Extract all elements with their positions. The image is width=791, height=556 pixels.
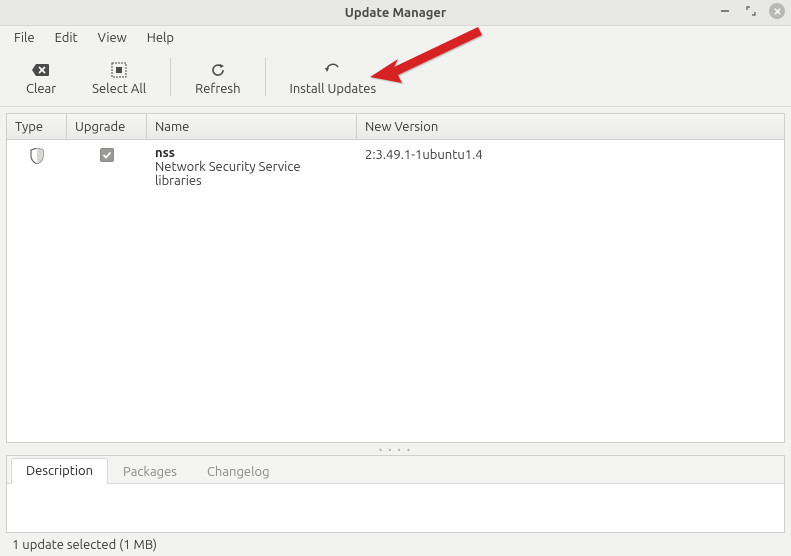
tab-changelog[interactable]: Changelog [192, 459, 285, 484]
menu-edit[interactable]: Edit [47, 29, 86, 47]
package-description: Network Security Service libraries [155, 160, 349, 188]
column-header-upgrade[interactable]: Upgrade [67, 114, 147, 139]
upgrade-checkbox[interactable] [100, 148, 114, 162]
cell-type [7, 146, 67, 164]
statusbar: 1 update selected (1 MB) [0, 534, 791, 556]
column-header-name[interactable]: Name [147, 114, 357, 139]
tab-content [7, 484, 784, 532]
tab-packages[interactable]: Packages [108, 459, 192, 484]
cell-name: nss Network Security Service libraries [147, 146, 357, 188]
menu-file[interactable]: File [6, 29, 43, 47]
select-all-button[interactable]: Select All [74, 56, 164, 98]
refresh-label: Refresh [195, 82, 240, 96]
table-header: Type Upgrade Name New Version [7, 114, 784, 140]
install-updates-button[interactable]: Install Updates [272, 56, 395, 98]
status-text: 1 update selected (1 MB) [12, 538, 157, 552]
install-label: Install Updates [290, 82, 377, 96]
cell-upgrade[interactable] [67, 146, 147, 162]
cell-new-version: 2:3.49.1-1ubuntu1.4 [357, 146, 784, 162]
install-icon [324, 60, 342, 80]
close-button[interactable] [769, 3, 785, 19]
menu-help[interactable]: Help [139, 29, 182, 47]
refresh-icon [210, 60, 226, 80]
menu-view[interactable]: View [90, 29, 135, 47]
minimize-button[interactable] [717, 3, 733, 19]
table-body[interactable]: nss Network Security Service libraries 2… [7, 140, 784, 442]
tab-description[interactable]: Description [11, 458, 108, 484]
toolbar-separator [170, 58, 171, 96]
updates-table: Type Upgrade Name New Version [6, 113, 785, 443]
toolbar: Clear Select All Refresh Install Updat [0, 50, 791, 107]
column-header-type[interactable]: Type [7, 114, 67, 139]
column-header-new-version[interactable]: New Version [357, 114, 784, 139]
main-area: Type Upgrade Name New Version [0, 107, 791, 533]
table-row[interactable]: nss Network Security Service libraries 2… [7, 140, 784, 192]
window-controls [717, 3, 785, 19]
maximize-button[interactable] [743, 3, 759, 19]
pane-resize-handle[interactable]: • • • • [6, 445, 785, 453]
minimize-icon [720, 6, 730, 16]
check-icon [102, 150, 112, 160]
toolbar-separator [265, 58, 266, 96]
detail-tabbar: Description Packages Changelog [7, 456, 784, 484]
package-name: nss [155, 146, 349, 160]
refresh-button[interactable]: Refresh [177, 56, 258, 98]
select-all-label: Select All [92, 82, 146, 96]
clear-icon [32, 60, 50, 80]
clear-label: Clear [26, 82, 56, 96]
titlebar: Update Manager [0, 0, 791, 26]
maximize-icon [746, 6, 756, 16]
detail-panel: Description Packages Changelog [6, 455, 785, 533]
shield-icon [30, 148, 44, 164]
close-icon [773, 7, 782, 16]
window-title: Update Manager [0, 6, 791, 20]
clear-button[interactable]: Clear [8, 56, 74, 98]
select-all-icon [111, 60, 127, 80]
menubar: File Edit View Help [0, 26, 791, 50]
